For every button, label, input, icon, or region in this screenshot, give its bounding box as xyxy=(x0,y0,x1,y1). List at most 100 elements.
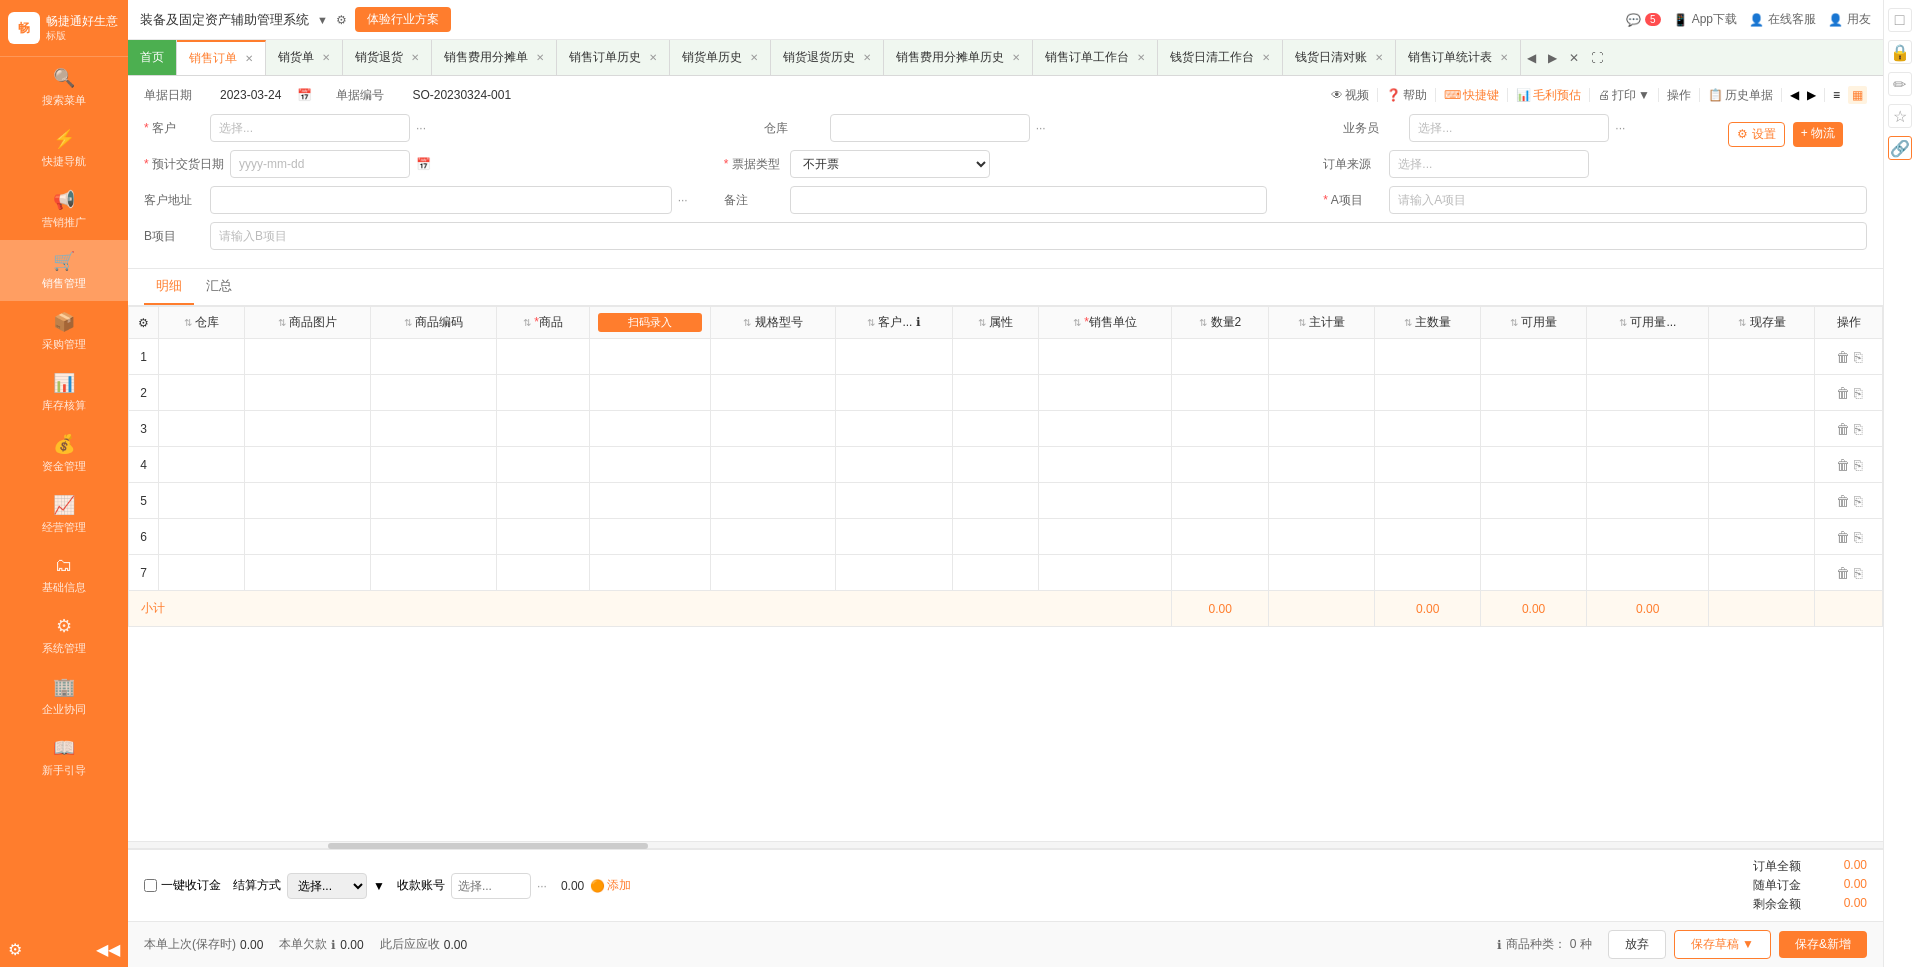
cell-main-qty[interactable] xyxy=(1375,447,1481,483)
tab-expand[interactable]: ⛶ xyxy=(1585,51,1609,65)
profit-link[interactable]: 📊 毛利预估 xyxy=(1516,87,1581,104)
save-draft-btn[interactable]: 保存草稿 ▼ xyxy=(1674,930,1771,959)
cell-product[interactable] xyxy=(496,375,590,411)
cell-main-qty[interactable] xyxy=(1375,375,1481,411)
tab-sales_return[interactable]: 销货单✕ xyxy=(266,40,343,76)
address-more-btn[interactable]: ··· xyxy=(678,193,688,207)
tab-sales_order_history[interactable]: 销售订单历史✕ xyxy=(557,40,670,76)
cell-product-img[interactable] xyxy=(245,483,371,519)
scan-btn[interactable]: 扫码录入 xyxy=(598,313,701,332)
row-copy-btn[interactable]: ⎘ xyxy=(1854,529,1862,545)
delivery-date-input[interactable] xyxy=(230,150,410,178)
cell-main-unit[interactable] xyxy=(1269,555,1375,591)
calendar-icon[interactable]: 📅 xyxy=(297,88,312,102)
cell-scan[interactable] xyxy=(590,555,710,591)
invoice-type-select[interactable]: 不开票 xyxy=(790,150,990,178)
cell-product-code[interactable] xyxy=(370,375,496,411)
right-icon-4[interactable]: ☆ xyxy=(1888,104,1912,128)
row-delete-btn[interactable]: 🗑 xyxy=(1836,349,1850,365)
cell-stock[interactable] xyxy=(1709,375,1815,411)
product-types-icon[interactable]: ℹ xyxy=(1497,938,1502,952)
sidebar-settings-icon[interactable]: ⚙ xyxy=(8,940,22,959)
cell-main-qty[interactable] xyxy=(1375,411,1481,447)
one-click-checkbox-input[interactable] xyxy=(144,879,157,892)
right-icon-1[interactable]: □ xyxy=(1888,8,1912,32)
row-copy-btn[interactable]: ⎘ xyxy=(1854,493,1862,509)
add-row-btn[interactable]: + 物流 xyxy=(1793,122,1843,147)
cell-attributes[interactable] xyxy=(952,519,1038,555)
cell-customer-code[interactable] xyxy=(836,447,952,483)
cell-qty2[interactable] xyxy=(1172,411,1269,447)
tab-close-sales_order[interactable]: ✕ xyxy=(245,53,253,64)
cell-product[interactable] xyxy=(496,447,590,483)
one-click-checkbox[interactable]: 一键收订金 xyxy=(144,877,221,894)
sidebar-item-sales[interactable]: 🛒销售管理 xyxy=(0,240,128,301)
cell-main-unit[interactable] xyxy=(1269,519,1375,555)
note-input[interactable] xyxy=(790,186,1268,214)
cell-product-code[interactable] xyxy=(370,339,496,375)
tab-sales_order_workbench[interactable]: 销售订单工作台✕ xyxy=(1033,40,1158,76)
cell-qty2[interactable] xyxy=(1172,447,1269,483)
tab-cash_daily_reconcile[interactable]: 钱货日清对账✕ xyxy=(1283,40,1396,76)
message-btn[interactable]: 💬 5 xyxy=(1626,13,1661,27)
cell-unit[interactable] xyxy=(1038,555,1171,591)
cell-scan[interactable] xyxy=(590,519,710,555)
cell-scan[interactable] xyxy=(590,339,710,375)
b-project-input[interactable] xyxy=(210,222,1867,250)
cell-main-qty[interactable] xyxy=(1375,483,1481,519)
cell-spec[interactable] xyxy=(710,555,836,591)
cell-product[interactable] xyxy=(496,519,590,555)
tab-nav-next[interactable]: ▶ xyxy=(1542,51,1563,65)
scrollbar-thumb[interactable] xyxy=(328,843,648,849)
info-icon[interactable]: ℹ xyxy=(331,938,336,952)
cell-stock[interactable] xyxy=(1709,555,1815,591)
cell-customer-code[interactable] xyxy=(836,411,952,447)
cell-product-img[interactable] xyxy=(245,555,371,591)
cell-spec[interactable] xyxy=(710,483,836,519)
cell-main-unit[interactable] xyxy=(1269,483,1375,519)
cell-product[interactable] xyxy=(496,483,590,519)
save-new-btn[interactable]: 保存&新增 xyxy=(1779,931,1867,958)
row-delete-btn[interactable]: 🗑 xyxy=(1836,565,1850,581)
salesperson-more-btn[interactable]: ··· xyxy=(1615,121,1625,135)
cell-scan[interactable] xyxy=(590,483,710,519)
cell-stock[interactable] xyxy=(1709,447,1815,483)
row-delete-btn[interactable]: 🗑 xyxy=(1836,493,1850,509)
tab-sales_order_stats[interactable]: 销售订单统计表✕ xyxy=(1396,40,1521,76)
tab-sales_refund_history[interactable]: 销货退货历史✕ xyxy=(771,40,884,76)
settings-btn[interactable]: ⚙ 设置 xyxy=(1728,122,1784,147)
row-copy-btn[interactable]: ⎘ xyxy=(1854,565,1862,581)
cell-available[interactable] xyxy=(1481,339,1587,375)
payment-method-select[interactable]: 选择... xyxy=(287,873,367,899)
history-link[interactable]: 📋 历史单据 xyxy=(1708,87,1773,104)
cell-warehouse[interactable] xyxy=(159,447,245,483)
row-delete-btn[interactable]: 🗑 xyxy=(1836,457,1850,473)
cell-unit[interactable] xyxy=(1038,339,1171,375)
shortcut-link[interactable]: ⌨ 快捷键 xyxy=(1444,87,1499,104)
cell-qty2[interactable] xyxy=(1172,555,1269,591)
tab-close-sales_order_stats[interactable]: ✕ xyxy=(1500,52,1508,63)
tab-close-sales_refund_history[interactable]: ✕ xyxy=(863,52,871,63)
right-icon-5[interactable]: 🔗 xyxy=(1888,136,1912,160)
payment-account-more[interactable]: ··· xyxy=(537,879,547,893)
cell-available[interactable] xyxy=(1481,519,1587,555)
table-scrollbar[interactable] xyxy=(128,841,1883,849)
cell-scan[interactable] xyxy=(590,375,710,411)
cell-available[interactable] xyxy=(1481,411,1587,447)
cell-product[interactable] xyxy=(496,339,590,375)
cell-stock[interactable] xyxy=(1709,411,1815,447)
cell-product-code[interactable] xyxy=(370,555,496,591)
online-service-btn[interactable]: 👤 在线客服 xyxy=(1749,11,1816,28)
tab-home[interactable]: 首页 xyxy=(128,40,177,76)
row-copy-btn[interactable]: ⎘ xyxy=(1854,349,1862,365)
cell-customer-code[interactable] xyxy=(836,519,952,555)
cell-available[interactable] xyxy=(1481,447,1587,483)
tab-close-all[interactable]: ✕ xyxy=(1563,51,1585,65)
cell-main-qty[interactable] xyxy=(1375,519,1481,555)
order-source-input[interactable] xyxy=(1389,150,1589,178)
cell-scan[interactable] xyxy=(590,447,710,483)
right-icon-3[interactable]: ✏ xyxy=(1888,72,1912,96)
tab-close-cash_daily_workbench[interactable]: ✕ xyxy=(1262,52,1270,63)
customer-address-input[interactable] xyxy=(210,186,672,214)
sidebar-item-guide[interactable]: 📖新手引导 xyxy=(0,727,128,788)
